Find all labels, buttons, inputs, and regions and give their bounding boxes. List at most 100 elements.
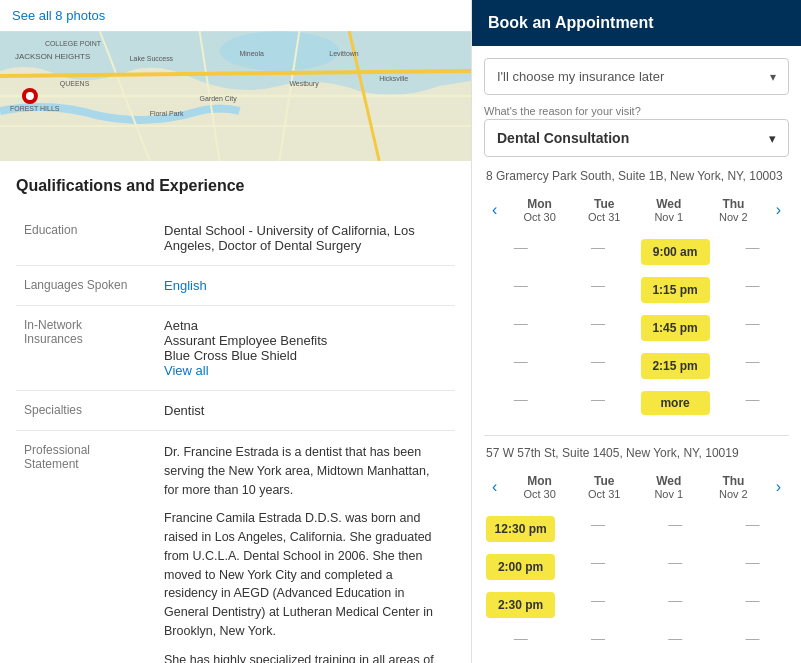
specialties-label: Specialties bbox=[16, 391, 156, 431]
location2-prev-arrow[interactable]: ‹ bbox=[484, 474, 505, 500]
location1-dash-3-1: — bbox=[561, 347, 634, 385]
time-slot-button[interactable]: 1:45 pm bbox=[641, 315, 710, 341]
divider-1 bbox=[484, 435, 789, 436]
location2-day-headers: Mon Oct 30 Tue Oct 31 Wed Nov 1 Thu bbox=[509, 470, 763, 504]
time-slot-button[interactable]: 1:15 pm bbox=[641, 277, 710, 303]
time-slot-button[interactable]: 9:00 am bbox=[641, 239, 710, 265]
location1-dash-3-3: — bbox=[716, 347, 789, 385]
location2-slot-2-0: 2:30 pm bbox=[484, 586, 557, 624]
location1-dash-0-0: — bbox=[484, 233, 557, 271]
location1-day-1: Tue Oct 31 bbox=[574, 193, 635, 227]
insurance-chevron-icon: ▾ bbox=[770, 70, 776, 84]
location1-more-4: more bbox=[639, 385, 712, 421]
svg-text:Hicksville: Hicksville bbox=[379, 75, 408, 82]
location1-dash-2-1: — bbox=[561, 309, 634, 347]
location1-day-2: Wed Nov 1 bbox=[639, 193, 700, 227]
location1-dash-1-0: — bbox=[484, 271, 557, 309]
more-times-button[interactable]: more bbox=[641, 391, 710, 415]
insurance-aetna: Aetna bbox=[164, 318, 447, 333]
location2-slot-row-0: 12:30 pm——— bbox=[484, 510, 789, 548]
professional-statement-value: Dr. Francine Estrada is a dentist that h… bbox=[156, 431, 455, 664]
visit-chevron-icon: ▾ bbox=[769, 131, 776, 146]
languages-row: Languages Spoken English bbox=[16, 266, 455, 306]
location2-dash-2-1: — bbox=[561, 586, 634, 624]
insurance-dropdown[interactable]: I'll choose my insurance later ▾ bbox=[484, 58, 789, 95]
location2-slot-row-1: 2:00 pm——— bbox=[484, 548, 789, 586]
location2-dash-0-1: — bbox=[561, 510, 634, 548]
location1-prev-arrow[interactable]: ‹ bbox=[484, 197, 505, 223]
view-all-link[interactable]: View all bbox=[164, 363, 209, 378]
location1-dash-0-1: — bbox=[561, 233, 634, 271]
svg-point-21 bbox=[26, 92, 34, 100]
insurance-bcbs: Blue Cross Blue Shield bbox=[164, 348, 447, 363]
time-slot-button[interactable]: 2:30 pm bbox=[486, 592, 555, 618]
visit-reason-container: What's the reason for your visit? Dental… bbox=[484, 105, 789, 157]
location1-next-arrow[interactable]: › bbox=[768, 197, 789, 223]
left-panel: See all 8 photos JACKSON HEIGHTS bbox=[0, 0, 472, 663]
svg-text:Mineola: Mineola bbox=[239, 50, 264, 57]
location2-dash-1-3: — bbox=[716, 548, 789, 586]
time-slot-button[interactable]: 2:15 pm bbox=[641, 353, 710, 379]
map-svg: JACKSON HEIGHTS QUEENS FOREST HILLS Flor… bbox=[0, 31, 471, 161]
location2-dash-1-2: — bbox=[639, 548, 712, 586]
languages-value: English bbox=[156, 266, 455, 306]
location2-day-1: Tue Oct 31 bbox=[574, 470, 635, 504]
booking-header: Book an Appointment bbox=[472, 0, 801, 46]
location2-dash-3-1: — bbox=[561, 624, 634, 652]
location1-day-3: Thu Nov 2 bbox=[703, 193, 764, 227]
location1-slot-row-3: ——2:15 pm— bbox=[484, 347, 789, 385]
insurance-assurant: Assurant Employee Benefits bbox=[164, 333, 447, 348]
visit-reason-label: What's the reason for your visit? bbox=[484, 105, 789, 117]
insurance-label: In-Network Insurances bbox=[16, 306, 156, 391]
svg-text:FOREST HILLS: FOREST HILLS bbox=[10, 105, 60, 112]
location1-dash-4-3: — bbox=[716, 385, 789, 421]
right-panel: Book an Appointment I'll choose my insur… bbox=[472, 0, 801, 663]
location1-slot-row-4: ——more— bbox=[484, 385, 789, 421]
location2-dash-3-0: — bbox=[484, 624, 557, 652]
location2-slot-row-2: 2:30 pm——— bbox=[484, 586, 789, 624]
time-slot-button[interactable]: 2:00 pm bbox=[486, 554, 555, 580]
location1-slots: ——9:00 am———1:15 pm———1:45 pm———2:15 pm—… bbox=[484, 233, 789, 421]
location2-dash-2-2: — bbox=[639, 586, 712, 624]
location2-slot-row-3: ———— bbox=[484, 624, 789, 652]
professional-para-3: She has highly specialized training in a… bbox=[164, 651, 447, 664]
specialties-value: Dentist bbox=[156, 391, 455, 431]
svg-text:Garden City: Garden City bbox=[200, 95, 238, 103]
education-value: Dental School - University of California… bbox=[156, 211, 455, 266]
location1-dash-4-0: — bbox=[484, 385, 557, 421]
location1-dash-0-3: — bbox=[716, 233, 789, 271]
languages-label: Languages Spoken bbox=[16, 266, 156, 306]
location1-slot-1-2: 1:15 pm bbox=[639, 271, 712, 309]
location2-slots: 12:30 pm———2:00 pm———2:30 pm——————— bbox=[484, 510, 789, 652]
insurance-values: Aetna Assurant Employee Benefits Blue Cr… bbox=[156, 306, 455, 391]
location2-address: 57 W 57th St, Suite 1405, New York, NY, … bbox=[484, 446, 789, 460]
education-label: Education bbox=[16, 211, 156, 266]
svg-text:QUEENS: QUEENS bbox=[60, 80, 90, 88]
education-row: Education Dental School - University of … bbox=[16, 211, 455, 266]
time-slot-button[interactable]: 12:30 pm bbox=[486, 516, 555, 542]
location2-next-arrow[interactable]: › bbox=[768, 474, 789, 500]
visit-reason-dropdown[interactable]: Dental Consultation ▾ bbox=[484, 119, 789, 157]
svg-text:JACKSON HEIGHTS: JACKSON HEIGHTS bbox=[15, 52, 90, 61]
location2-slot-1-0: 2:00 pm bbox=[484, 548, 557, 586]
location2-day-0: Mon Oct 30 bbox=[509, 470, 570, 504]
visit-reason-value: Dental Consultation bbox=[497, 130, 629, 146]
location2-section: 57 W 57th St, Suite 1405, New York, NY, … bbox=[484, 446, 789, 652]
location1-slot-0-2: 9:00 am bbox=[639, 233, 712, 271]
location2-day-3: Thu Nov 2 bbox=[703, 470, 764, 504]
professional-statement-label: Professional Statement bbox=[16, 431, 156, 664]
location1-slot-row-0: ——9:00 am— bbox=[484, 233, 789, 271]
professional-para-2: Francine Camila Estrada D.D.S. was born … bbox=[164, 509, 447, 640]
location2-slot-0-0: 12:30 pm bbox=[484, 510, 557, 548]
photos-link[interactable]: See all 8 photos bbox=[0, 0, 471, 31]
location1-dash-3-0: — bbox=[484, 347, 557, 385]
svg-text:Floral Park: Floral Park bbox=[150, 110, 184, 117]
location1-slot-2-2: 1:45 pm bbox=[639, 309, 712, 347]
location2-dash-0-2: — bbox=[639, 510, 712, 548]
insurance-dropdown-label: I'll choose my insurance later bbox=[497, 69, 664, 84]
location1-dash-4-1: — bbox=[561, 385, 634, 421]
location1-address: 8 Gramercy Park South, Suite 1B, New Yor… bbox=[484, 169, 789, 183]
map-area: JACKSON HEIGHTS QUEENS FOREST HILLS Flor… bbox=[0, 31, 471, 161]
location1-slot-row-2: ——1:45 pm— bbox=[484, 309, 789, 347]
svg-text:Levittown: Levittown bbox=[329, 50, 359, 57]
